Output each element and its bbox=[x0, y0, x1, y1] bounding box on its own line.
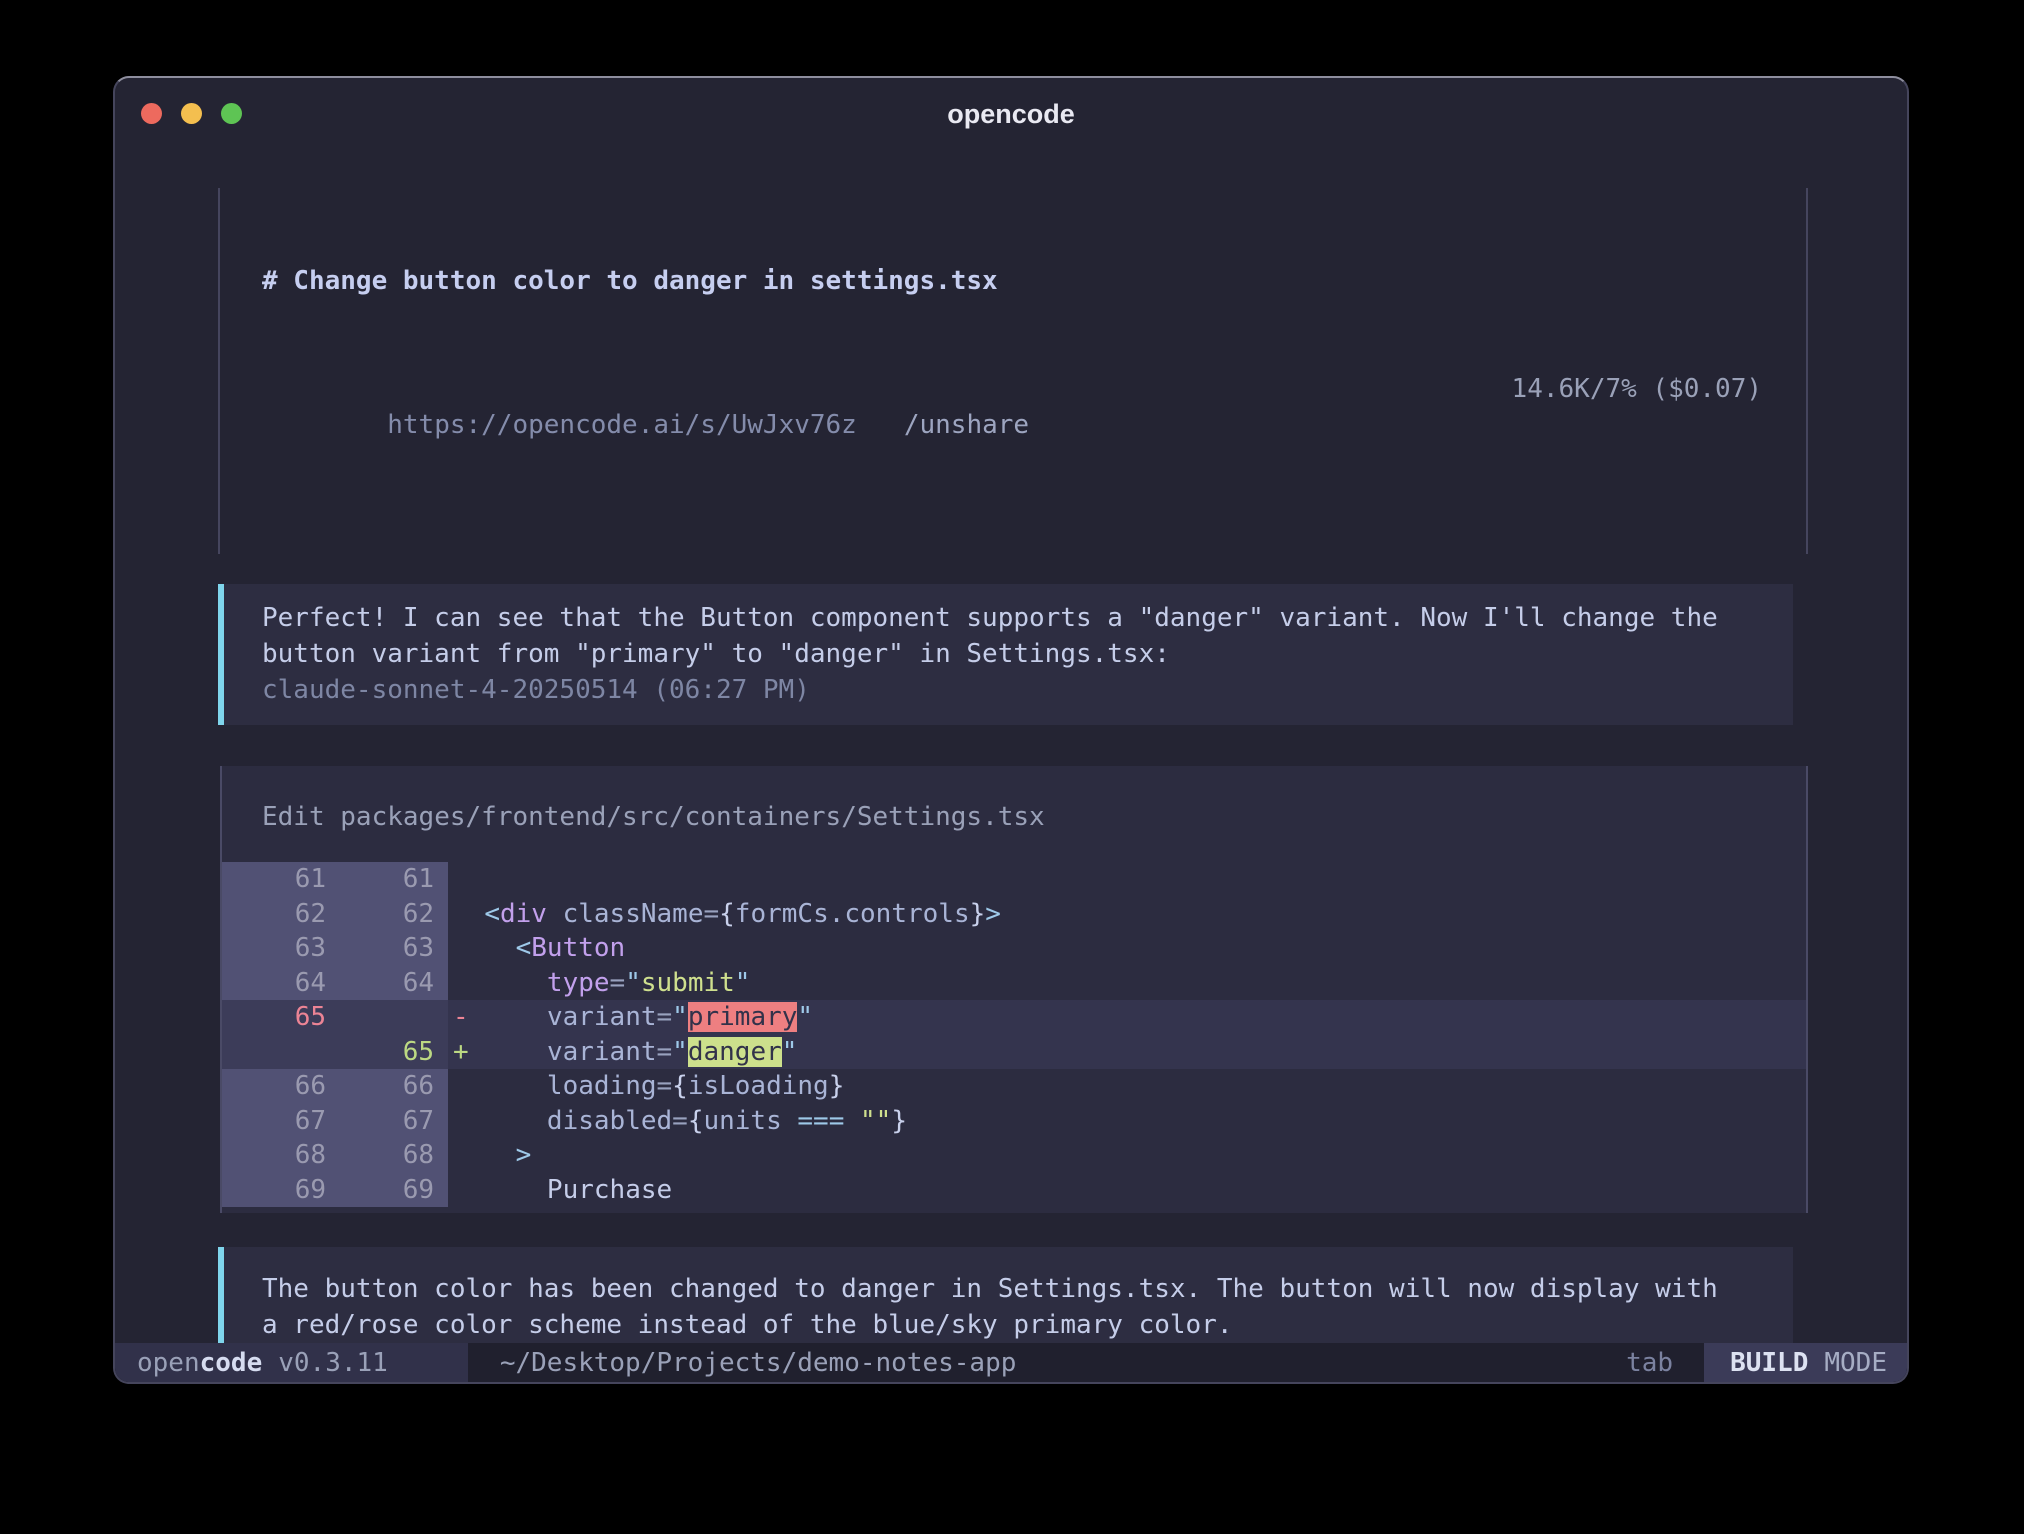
file-path: packages/frontend/src/containers/Setting… bbox=[340, 802, 1044, 832]
diff-code-line: > bbox=[448, 1138, 1806, 1173]
diff-code-line: disabled={units === ""} bbox=[448, 1104, 1806, 1139]
diff-code-line: + variant="danger" bbox=[448, 1035, 1806, 1070]
share-url[interactable]: https://opencode.ai/s/UwJxv76z bbox=[387, 410, 857, 440]
diff-gutter: 6464 bbox=[222, 966, 448, 1001]
diff-row: 6868 > bbox=[222, 1138, 1806, 1173]
diff-code-line: - variant="primary" bbox=[448, 1000, 1806, 1035]
window-title: opencode bbox=[115, 99, 1907, 130]
mode-secondary: MODE bbox=[1824, 1348, 1887, 1378]
message-line: Perfect! I can see that the Button compo… bbox=[262, 600, 1773, 636]
mode-chip: BUILD MODE bbox=[1704, 1343, 1907, 1382]
unshare-command[interactable]: /unshare bbox=[904, 410, 1029, 440]
diff-code-line: type="submit" bbox=[448, 966, 1806, 1001]
app-version-chip: opencode v0.3.11 bbox=[115, 1343, 468, 1382]
message-line: a red/rose color scheme instead of the b… bbox=[262, 1307, 1773, 1343]
opencode-window: opencode # Change button color to danger… bbox=[113, 76, 1909, 1384]
diff-gutter: 6969 bbox=[222, 1173, 448, 1208]
diff-row: 6464 type="submit" bbox=[222, 966, 1806, 1001]
diff-code-line: <div className={formCs.controls}> bbox=[448, 897, 1806, 932]
working-directory: ~/Desktop/Projects/demo-notes-app bbox=[500, 1348, 1017, 1378]
diff-row: 6262 <div className={formCs.controls}> bbox=[222, 897, 1806, 932]
app-name-open: open bbox=[137, 1348, 200, 1378]
tab-key-hint: tab bbox=[1626, 1348, 1673, 1378]
diff-row: 6363 <Button bbox=[222, 931, 1806, 966]
diff-code-line: <Button bbox=[448, 931, 1806, 966]
diff-gutter: 6868 bbox=[222, 1138, 448, 1173]
diff-row: 6969 Purchase bbox=[222, 1173, 1806, 1208]
diff-code-line: loading={isLoading} bbox=[448, 1069, 1806, 1104]
message-meta: claude-sonnet-4-20250514 (06:27 PM) bbox=[262, 672, 1773, 708]
diff-row: 6161 bbox=[222, 862, 1806, 897]
title-bar: opencode bbox=[115, 78, 1907, 148]
diff-gutter: 6363 bbox=[222, 931, 448, 966]
app-version: v0.3.11 bbox=[278, 1348, 388, 1378]
diff-gutter: 6767 bbox=[222, 1104, 448, 1139]
app-name-code: code bbox=[200, 1348, 263, 1378]
tool-verb: Edit bbox=[262, 802, 325, 832]
diff-gutter: 6161 bbox=[222, 862, 448, 897]
mode-primary: BUILD bbox=[1730, 1348, 1808, 1378]
status-bar: opencode v0.3.11 ~/Desktop/Projects/demo-… bbox=[115, 1343, 1907, 1382]
diff-row: 6666 loading={isLoading} bbox=[222, 1069, 1806, 1104]
diff-gutter: 6262 bbox=[222, 897, 448, 932]
message-line: The button color has been changed to dan… bbox=[262, 1271, 1773, 1307]
diff-code-line bbox=[448, 862, 1806, 897]
edit-tool-header: Edit packages/frontend/src/containers/Se… bbox=[222, 766, 1806, 862]
diff-row: 6767 disabled={units === ""} bbox=[222, 1104, 1806, 1139]
session-header: # Change button color to danger in setti… bbox=[218, 188, 1808, 554]
diff-gutter: 65 bbox=[222, 1035, 448, 1070]
diff-gutter: 6666 bbox=[222, 1069, 448, 1104]
diff-row: 65- variant="primary" bbox=[222, 1000, 1806, 1035]
diff-row: 65+ variant="danger" bbox=[222, 1035, 1806, 1070]
diff-gutter: 65 bbox=[222, 1000, 448, 1035]
message-line: button variant from "primary" to "danger… bbox=[262, 636, 1773, 672]
context-stats: 14.6K/7% ($0.07) bbox=[1512, 371, 1762, 479]
session-title: # Change button color to danger in setti… bbox=[262, 263, 1762, 299]
diff-code-line: Purchase bbox=[448, 1173, 1806, 1208]
edit-tool-panel: Edit packages/frontend/src/containers/Se… bbox=[220, 766, 1808, 1213]
assistant-message-1: Perfect! I can see that the Button compo… bbox=[218, 584, 1793, 725]
diff-rows: 61616262 <div className={formCs.controls… bbox=[222, 862, 1806, 1213]
